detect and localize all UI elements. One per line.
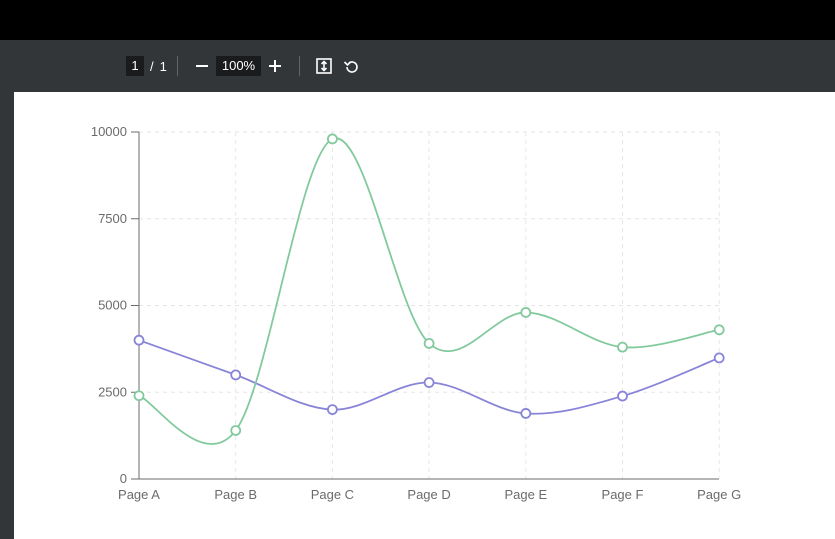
x-tick-label: Page C <box>311 487 354 502</box>
chart-point-uv <box>425 378 434 387</box>
zoom-out-button[interactable] <box>188 52 216 80</box>
x-tick-label: Page A <box>118 487 160 502</box>
line-chart: 0 2500 5000 7500 10000 Page A Page B Page C Page… <box>14 92 835 539</box>
chart-point-pv <box>231 426 240 435</box>
viewer-root: / 1 100% <box>0 0 835 539</box>
chart-point-pv <box>328 134 337 143</box>
chart-point-uv <box>521 409 530 418</box>
page-total: 1 <box>160 59 167 74</box>
y-tick-label: 10000 <box>91 124 127 139</box>
y-tick-label: 2500 <box>98 384 127 399</box>
chart-point-pv <box>618 343 627 352</box>
y-tick-label: 5000 <box>98 298 127 313</box>
y-tick-label: 0 <box>120 471 127 486</box>
pdf-toolbar: / 1 100% <box>0 40 835 92</box>
chart-point-pv <box>135 391 144 400</box>
chart-point-uv <box>231 370 240 379</box>
toolbar-separator <box>299 56 300 76</box>
minus-icon <box>195 59 209 73</box>
window-titlebar <box>0 0 835 40</box>
fit-page-icon <box>315 57 333 75</box>
sidebar-gap <box>0 92 14 539</box>
x-tick-label: Page B <box>214 487 257 502</box>
pdf-page: 0 2500 5000 7500 10000 Page A Page B Page C Page… <box>14 92 835 539</box>
x-tick-label: Page G <box>697 487 741 502</box>
rotate-button[interactable] <box>338 52 366 80</box>
x-tick-label: Page E <box>504 487 547 502</box>
chart-point-uv <box>328 405 337 414</box>
chart-point-pv <box>521 308 530 317</box>
chart-point-pv <box>715 325 724 334</box>
page-separator: / <box>150 59 154 74</box>
chart-point-uv <box>618 392 627 401</box>
zoom-level: 100% <box>216 56 261 76</box>
plus-icon <box>268 59 282 73</box>
x-tick-label: Page F <box>602 487 644 502</box>
y-tick-label: 7500 <box>98 211 127 226</box>
chart-point-uv <box>715 353 724 362</box>
page-number-input[interactable] <box>126 56 144 76</box>
toolbar-separator <box>177 56 178 76</box>
rotate-icon <box>343 57 361 75</box>
x-tick-label: Page D <box>407 487 450 502</box>
chart-point-pv <box>425 339 434 348</box>
chart-point-uv <box>135 336 144 345</box>
zoom-in-button[interactable] <box>261 52 289 80</box>
fit-page-button[interactable] <box>310 52 338 80</box>
